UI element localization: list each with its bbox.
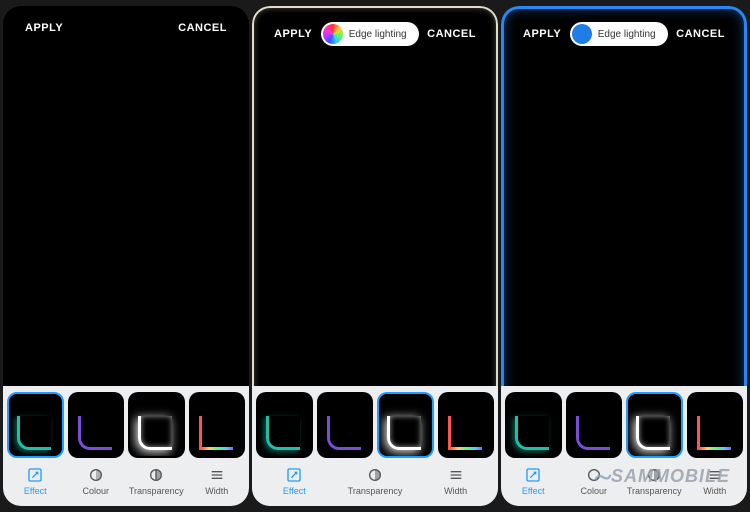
cancel-button[interactable]: CANCEL xyxy=(178,22,227,34)
effect-thumb[interactable] xyxy=(566,392,623,458)
tab-label: Width xyxy=(444,486,467,496)
bottom-panel: Effect Colour Transparency Width xyxy=(3,386,249,506)
pill-label: Edge lighting xyxy=(598,29,656,40)
top-bar: APPLY Edge lighting CANCEL xyxy=(501,22,747,46)
tab-effect[interactable]: Effect xyxy=(503,466,564,496)
tab-bar: Effect Colour Transparency Width xyxy=(3,460,249,506)
colour-icon xyxy=(87,466,105,484)
tab-label: Effect xyxy=(24,486,47,496)
tab-transparency[interactable]: Transparency xyxy=(126,466,187,496)
effect-thumbnails xyxy=(252,386,498,460)
tab-label: Effect xyxy=(522,486,545,496)
effect-thumb[interactable] xyxy=(7,392,64,458)
bottom-panel: Effect Colour Transparency Width xyxy=(501,386,747,506)
colour-swatch-icon xyxy=(323,24,343,44)
transparency-icon xyxy=(366,466,384,484)
effect-thumb[interactable] xyxy=(68,392,125,458)
width-icon xyxy=(208,466,226,484)
tab-label: Transparency xyxy=(129,486,184,496)
tab-label: Effect xyxy=(283,486,306,496)
tab-colour[interactable]: Colour xyxy=(66,466,127,496)
tab-width[interactable]: Width xyxy=(415,466,496,496)
pill-label: Edge lighting xyxy=(349,29,407,40)
phone-screen-3: APPLY Edge lighting CANCEL Effect xyxy=(501,6,747,506)
top-bar: APPLY CANCEL xyxy=(3,22,249,34)
effect-icon xyxy=(524,466,542,484)
tab-bar: Effect Colour Transparency Width xyxy=(501,460,747,506)
effect-thumb[interactable] xyxy=(438,392,495,458)
tab-transparency[interactable]: Transparency xyxy=(335,466,416,496)
edge-lighting-pill[interactable]: Edge lighting xyxy=(570,22,668,46)
tab-label: Colour xyxy=(580,486,607,496)
transparency-icon xyxy=(147,466,165,484)
cancel-button[interactable]: CANCEL xyxy=(676,28,725,40)
top-bar: APPLY Edge lighting CANCEL xyxy=(252,22,498,46)
effect-thumbnails xyxy=(3,386,249,460)
cancel-button[interactable]: CANCEL xyxy=(427,28,476,40)
tab-width[interactable]: Width xyxy=(187,466,248,496)
tab-label: Transparency xyxy=(627,486,682,496)
effect-thumb[interactable] xyxy=(189,392,246,458)
effect-thumb[interactable] xyxy=(626,392,683,458)
effect-thumb[interactable] xyxy=(377,392,434,458)
effect-thumb[interactable] xyxy=(128,392,185,458)
screenshot-triptych: APPLY CANCEL Effect Colour xyxy=(0,0,750,512)
tab-label: Width xyxy=(205,486,228,496)
tab-transparency[interactable]: Transparency xyxy=(624,466,685,496)
tab-bar: Effect Transparency Width xyxy=(252,460,498,506)
effect-thumb[interactable] xyxy=(317,392,374,458)
colour-swatch-icon xyxy=(572,24,592,44)
apply-button[interactable]: APPLY xyxy=(274,28,312,40)
bottom-panel: Effect Transparency Width xyxy=(252,386,498,506)
phone-screen-1: APPLY CANCEL Effect Colour xyxy=(3,6,249,506)
effect-thumb[interactable] xyxy=(256,392,313,458)
effect-icon xyxy=(285,466,303,484)
phone-screen-2: APPLY Edge lighting CANCEL Effect xyxy=(252,6,498,506)
tab-effect[interactable]: Effect xyxy=(5,466,66,496)
width-icon xyxy=(447,466,465,484)
effect-icon xyxy=(26,466,44,484)
width-icon xyxy=(706,466,724,484)
colour-icon xyxy=(585,466,603,484)
effect-thumbnails xyxy=(501,386,747,460)
apply-button[interactable]: APPLY xyxy=(25,22,63,34)
edge-lighting-pill[interactable]: Edge lighting xyxy=(321,22,419,46)
tab-effect[interactable]: Effect xyxy=(254,466,335,496)
transparency-icon xyxy=(645,466,663,484)
effect-thumb[interactable] xyxy=(687,392,744,458)
effect-thumb[interactable] xyxy=(505,392,562,458)
tab-label: Colour xyxy=(82,486,109,496)
tab-label: Width xyxy=(703,486,726,496)
tab-colour[interactable]: Colour xyxy=(564,466,625,496)
tab-label: Transparency xyxy=(348,486,403,496)
tab-width[interactable]: Width xyxy=(685,466,746,496)
apply-button[interactable]: APPLY xyxy=(523,28,561,40)
